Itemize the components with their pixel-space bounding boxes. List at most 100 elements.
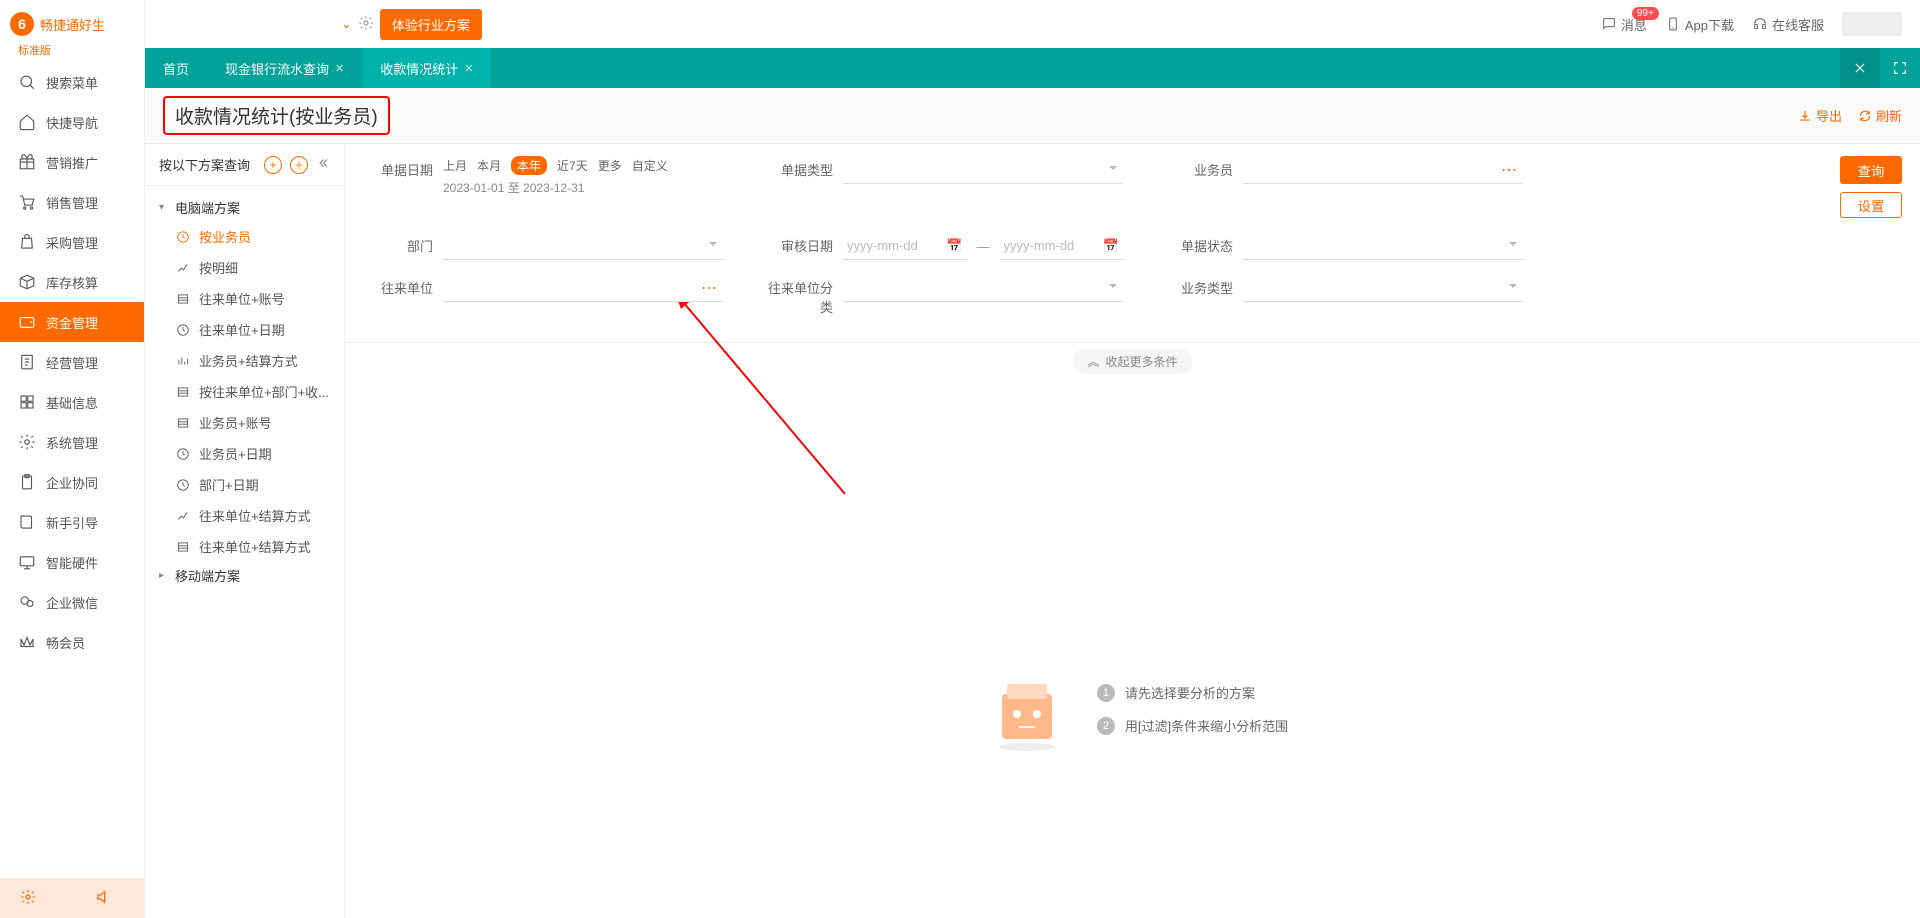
gift-icon — [18, 153, 36, 171]
partner-cat-select[interactable] — [843, 274, 1123, 302]
close-icon[interactable]: ✕ — [464, 62, 473, 75]
scheme-group-mobile[interactable]: ▸ 移动端方案 — [151, 562, 338, 589]
label-doc-status: 单据状态 — [1163, 232, 1233, 255]
page-title: 收款情况统计(按业务员) — [175, 107, 378, 128]
fullscreen-button[interactable] — [1880, 48, 1920, 88]
add-scheme-button[interactable]: + — [264, 156, 282, 174]
scheme-item[interactable]: 部门+日期 — [169, 469, 338, 500]
calendar-icon[interactable]: 📅 — [946, 238, 962, 254]
partner-input[interactable] — [443, 274, 723, 302]
sidebar: 6 畅捷通好生 标准版 搜索菜单快捷导航营销推广销售管理采购管理库存核算资金管理… — [0, 0, 145, 918]
content: 按以下方案查询 + ▾ 电脑端方案 按业务员按明细往来单位+账号往来单位+日期业… — [145, 144, 1920, 918]
scheme-item[interactable]: 往来单位+账号 — [169, 283, 338, 314]
scheme-item[interactable]: 业务员+结算方式 — [169, 345, 338, 376]
nav-item-bag[interactable]: 采购管理 — [0, 222, 144, 262]
doc-status-select[interactable] — [1243, 232, 1523, 260]
nav-item-wallet[interactable]: 资金管理 — [0, 302, 144, 342]
scheme-settings-button[interactable] — [290, 156, 308, 174]
empty-illustration — [977, 659, 1077, 759]
nav-item-tv[interactable]: 智能硬件 — [0, 542, 144, 582]
salesman-input[interactable] — [1243, 156, 1523, 184]
topbar: ⌄ 体验行业方案 消息 99+ App下载 在线客服 — [145, 0, 1920, 48]
salesman-picker-icon[interactable]: ⋯ — [1501, 160, 1517, 180]
nav-item-search[interactable]: 搜索菜单 — [0, 62, 144, 102]
label-partner: 往来单位 — [363, 274, 433, 297]
tv-icon — [18, 553, 36, 571]
nav-item-box[interactable]: 库存核算 — [0, 262, 144, 302]
collapse-panel-button[interactable] — [316, 156, 330, 173]
collapse-filters-button[interactable]: ︽ 收起更多条件 — [1073, 349, 1191, 374]
app-download-link[interactable]: App下载 — [1665, 15, 1734, 34]
biz-type-select[interactable] — [1243, 274, 1523, 302]
nav-item-doc[interactable]: 经营管理 — [0, 342, 144, 382]
scheme-item[interactable]: 往来单位+结算方式 — [169, 500, 338, 531]
nav-item-home[interactable]: 快捷导航 — [0, 102, 144, 142]
nav-item-vip[interactable]: 畅会员 — [0, 622, 144, 662]
tab-现金银行流水查询[interactable]: 现金银行流水查询✕ — [207, 48, 362, 88]
scheme-item[interactable]: 按业务员 — [169, 221, 338, 252]
logo-icon: 6 — [10, 12, 34, 36]
calendar-icon[interactable]: 📅 — [1103, 238, 1119, 254]
nav-label: 企业微信 — [46, 593, 98, 612]
scheme-item[interactable]: 往来单位+结算方式 — [169, 531, 338, 562]
empty-state: 1 请先选择要分析的方案 2 用[过滤]条件来缩小分析范围 — [345, 380, 1920, 918]
messages-link[interactable]: 消息 99+ — [1601, 15, 1647, 34]
scheme-panel: 按以下方案查询 + ▾ 电脑端方案 按业务员按明细往来单位+账号往来单位+日期业… — [145, 144, 345, 918]
nav-label: 畅会员 — [46, 633, 85, 652]
nav-label: 搜索菜单 — [46, 73, 98, 92]
date-option[interactable]: 自定义 — [632, 157, 668, 174]
nav-label: 营销推广 — [46, 153, 98, 172]
scheme-item[interactable]: 业务员+账号 — [169, 407, 338, 438]
customer-service-link[interactable]: 在线客服 — [1752, 15, 1824, 34]
user-menu[interactable] — [1842, 12, 1902, 36]
nav-item-wechat[interactable]: 企业微信 — [0, 582, 144, 622]
scheme-group-desktop[interactable]: ▾ 电脑端方案 — [151, 194, 338, 221]
scheme-item[interactable]: 业务员+日期 — [169, 438, 338, 469]
doc-type-select[interactable] — [843, 156, 1123, 184]
group-label: 移动端方案 — [175, 566, 240, 585]
date-option[interactable]: 更多 — [598, 157, 622, 174]
nav-item-cart[interactable]: 销售管理 — [0, 182, 144, 222]
settings-icon[interactable] — [20, 889, 36, 908]
nav-item-clip[interactable]: 企业协同 — [0, 462, 144, 502]
nav-item-gift[interactable]: 营销推广 — [0, 142, 144, 182]
date-option[interactable]: 本月 — [477, 157, 501, 174]
label-biz-type: 业务类型 — [1163, 274, 1233, 297]
nav-item-grid[interactable]: 基础信息 — [0, 382, 144, 422]
scheme-item-label: 往来单位+结算方式 — [199, 506, 311, 525]
date-option[interactable]: 本年 — [511, 156, 547, 175]
sidebar-footer — [0, 878, 144, 918]
scheme-item[interactable]: 往来单位+日期 — [169, 314, 338, 345]
date-option[interactable]: 上月 — [443, 157, 467, 174]
settings-button[interactable]: 设置 — [1840, 192, 1902, 218]
nav-label: 快捷导航 — [46, 113, 98, 132]
clock-icon — [175, 477, 191, 493]
try-industry-button[interactable]: 体验行业方案 — [380, 9, 482, 40]
dept-select[interactable] — [443, 232, 723, 260]
tab-首页[interactable]: 首页 — [145, 48, 207, 88]
app-label: App下载 — [1685, 15, 1734, 34]
nav-item-book[interactable]: 新手引导 — [0, 502, 144, 542]
scheme-item[interactable]: 按往来单位+部门+收... — [169, 376, 338, 407]
empty-step-1: 1 请先选择要分析的方案 — [1097, 683, 1288, 702]
close-icon[interactable]: ✕ — [335, 62, 344, 75]
partner-picker-icon[interactable]: ⋯ — [701, 278, 717, 298]
scheme-item-label: 按明细 — [199, 258, 238, 277]
volume-icon[interactable] — [96, 889, 112, 908]
export-button[interactable]: 导出 — [1798, 106, 1842, 125]
label-audit-date: 审核日期 — [763, 232, 833, 255]
gear-icon[interactable] — [358, 15, 374, 34]
chevron-down-icon[interactable]: ⌄ — [341, 16, 352, 32]
scheme-item[interactable]: 按明细 — [169, 252, 338, 283]
company-name[interactable] — [163, 15, 335, 34]
nav-label: 采购管理 — [46, 233, 98, 252]
close-tab-button[interactable] — [1840, 48, 1880, 88]
chart-icon — [175, 508, 191, 524]
step-number: 2 — [1097, 717, 1115, 735]
nav-item-gear[interactable]: 系统管理 — [0, 422, 144, 462]
date-option[interactable]: 近7天 — [557, 157, 588, 174]
tab-收款情况统计[interactable]: 收款情况统计✕ — [362, 48, 491, 88]
query-button[interactable]: 查询 — [1840, 156, 1902, 184]
refresh-button[interactable]: 刷新 — [1858, 106, 1902, 125]
nav-label: 资金管理 — [46, 313, 98, 332]
